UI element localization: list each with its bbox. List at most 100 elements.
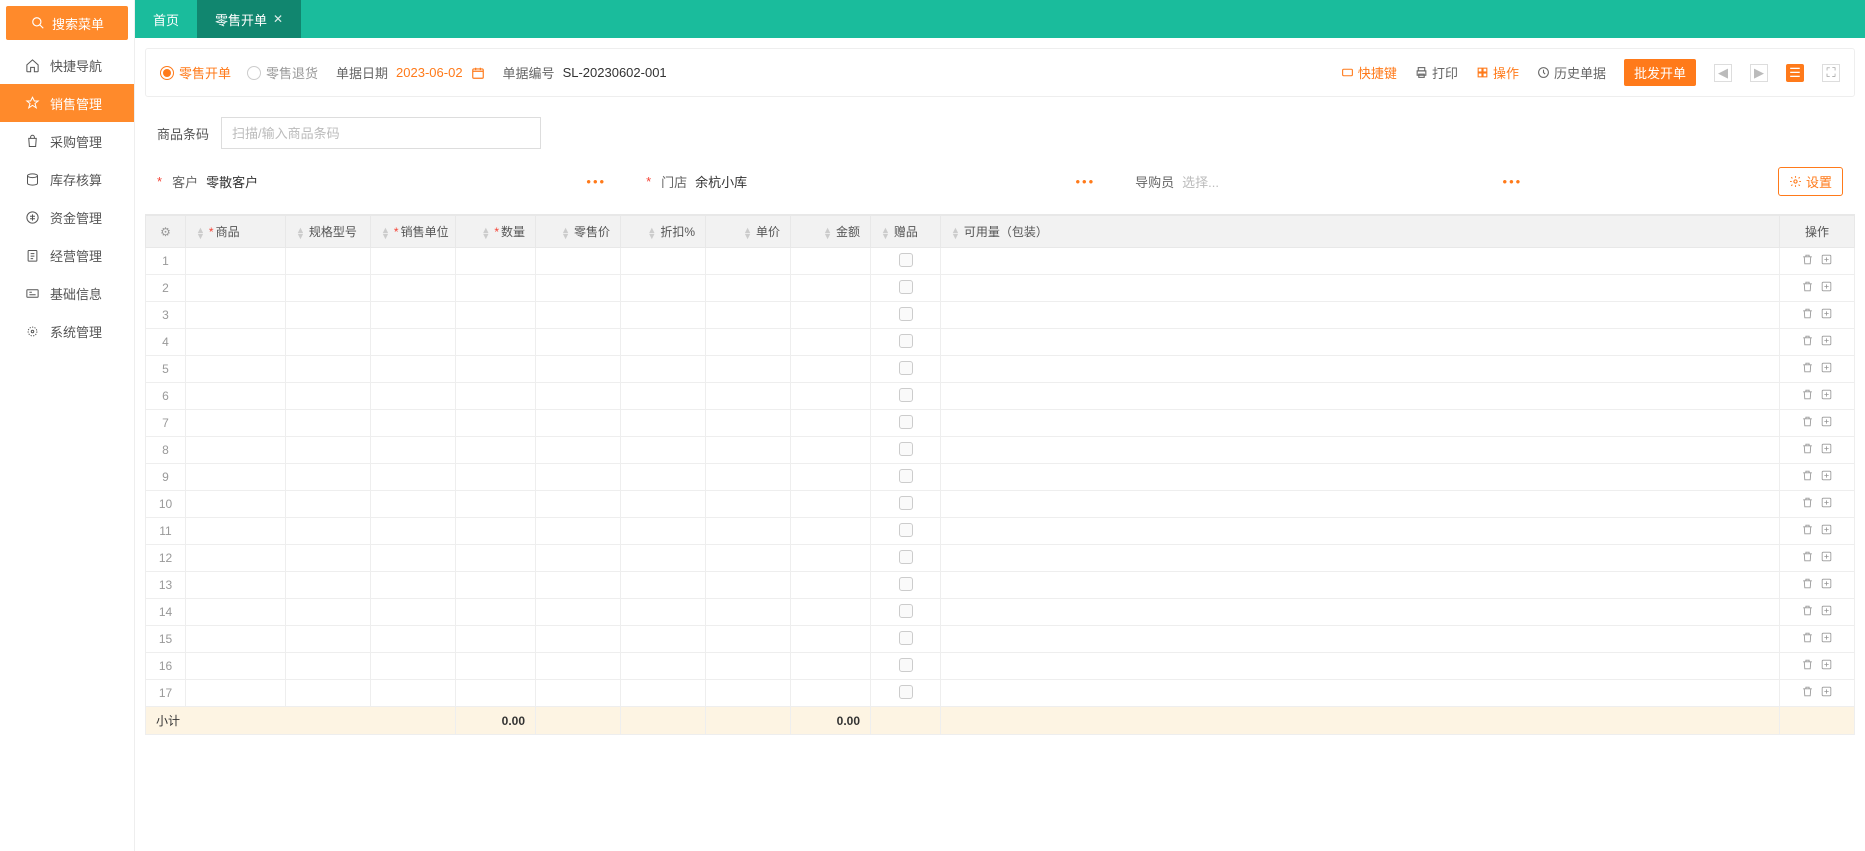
- delete-row-icon[interactable]: [1801, 496, 1814, 509]
- guide-select[interactable]: 选择...: [1182, 172, 1219, 191]
- cell-spec[interactable]: [286, 626, 371, 653]
- cell-unit[interactable]: [371, 518, 456, 545]
- cell-product[interactable]: [186, 599, 286, 626]
- checkbox-icon[interactable]: [899, 550, 913, 564]
- cell-amount[interactable]: [791, 464, 871, 491]
- calendar-icon[interactable]: [471, 66, 485, 80]
- checkbox-icon[interactable]: [899, 496, 913, 510]
- cell-available[interactable]: [941, 653, 1780, 680]
- sidebar-item-system[interactable]: 系统管理: [0, 312, 134, 350]
- cell-gift[interactable]: [871, 626, 941, 653]
- cell-available[interactable]: [941, 680, 1780, 707]
- delete-row-icon[interactable]: [1801, 631, 1814, 644]
- cell-spec[interactable]: [286, 410, 371, 437]
- delete-row-icon[interactable]: [1801, 604, 1814, 617]
- history-button[interactable]: 历史单据: [1537, 63, 1606, 82]
- cell-amount[interactable]: [791, 491, 871, 518]
- cell-amount[interactable]: [791, 437, 871, 464]
- add-row-icon[interactable]: [1820, 550, 1833, 563]
- delete-row-icon[interactable]: [1801, 307, 1814, 320]
- cell-gift[interactable]: [871, 518, 941, 545]
- cell-unit[interactable]: [371, 491, 456, 518]
- table-row[interactable]: 17: [146, 680, 1855, 707]
- sort-icon[interactable]: ▲▼: [481, 227, 490, 239]
- cell-available[interactable]: [941, 518, 1780, 545]
- cell-product[interactable]: [186, 653, 286, 680]
- cell-available[interactable]: [941, 410, 1780, 437]
- cell-unit[interactable]: [371, 572, 456, 599]
- cell-price[interactable]: [706, 680, 791, 707]
- cell-price[interactable]: [706, 410, 791, 437]
- cell-price[interactable]: [706, 653, 791, 680]
- cell-gift[interactable]: [871, 383, 941, 410]
- list-view-button[interactable]: ☰: [1786, 64, 1804, 82]
- cell-qty[interactable]: [456, 410, 536, 437]
- cell-product[interactable]: [186, 518, 286, 545]
- table-row[interactable]: 15: [146, 626, 1855, 653]
- cell-spec[interactable]: [286, 518, 371, 545]
- cell-qty[interactable]: [456, 356, 536, 383]
- cell-qty[interactable]: [456, 599, 536, 626]
- operate-button[interactable]: 操作: [1476, 63, 1519, 82]
- delete-row-icon[interactable]: [1801, 415, 1814, 428]
- cell-discount[interactable]: [621, 356, 706, 383]
- delete-row-icon[interactable]: [1801, 658, 1814, 671]
- cell-gift[interactable]: [871, 545, 941, 572]
- cell-discount[interactable]: [621, 329, 706, 356]
- sort-icon[interactable]: ▲▼: [823, 227, 832, 239]
- cell-gift[interactable]: [871, 410, 941, 437]
- cell-unit[interactable]: [371, 275, 456, 302]
- cell-available[interactable]: [941, 383, 1780, 410]
- cell-product[interactable]: [186, 437, 286, 464]
- cell-retail[interactable]: [536, 599, 621, 626]
- add-row-icon[interactable]: [1820, 280, 1833, 293]
- add-row-icon[interactable]: [1820, 307, 1833, 320]
- sidebar-item-sales[interactable]: 销售管理: [0, 84, 134, 122]
- next-arrow-button[interactable]: ▶: [1750, 64, 1768, 82]
- cell-unit[interactable]: [371, 302, 456, 329]
- cell-price[interactable]: [706, 545, 791, 572]
- sidebar-item-purchase[interactable]: 采购管理: [0, 122, 134, 160]
- table-row[interactable]: 2: [146, 275, 1855, 302]
- checkbox-icon[interactable]: [899, 253, 913, 267]
- cell-unit[interactable]: [371, 545, 456, 572]
- sort-icon[interactable]: ▲▼: [381, 227, 390, 239]
- cell-price[interactable]: [706, 572, 791, 599]
- add-row-icon[interactable]: [1820, 388, 1833, 401]
- cell-gift[interactable]: [871, 491, 941, 518]
- cell-price[interactable]: [706, 599, 791, 626]
- cell-amount[interactable]: [791, 383, 871, 410]
- cell-retail[interactable]: [536, 248, 621, 275]
- cell-gift[interactable]: [871, 302, 941, 329]
- sort-icon[interactable]: ▲▼: [196, 227, 205, 239]
- checkbox-icon[interactable]: [899, 523, 913, 537]
- cell-price[interactable]: [706, 464, 791, 491]
- delete-row-icon[interactable]: [1801, 280, 1814, 293]
- delete-row-icon[interactable]: [1801, 523, 1814, 536]
- cell-retail[interactable]: [536, 410, 621, 437]
- table-row[interactable]: 7: [146, 410, 1855, 437]
- cell-price[interactable]: [706, 275, 791, 302]
- cell-qty[interactable]: [456, 518, 536, 545]
- cell-discount[interactable]: [621, 653, 706, 680]
- cell-retail[interactable]: [536, 545, 621, 572]
- table-row[interactable]: 9: [146, 464, 1855, 491]
- checkbox-icon[interactable]: [899, 577, 913, 591]
- cell-spec[interactable]: [286, 302, 371, 329]
- cell-qty[interactable]: [456, 491, 536, 518]
- cell-product[interactable]: [186, 302, 286, 329]
- table-row[interactable]: 14: [146, 599, 1855, 626]
- cell-retail[interactable]: [536, 329, 621, 356]
- cell-unit[interactable]: [371, 437, 456, 464]
- cell-product[interactable]: [186, 626, 286, 653]
- add-row-icon[interactable]: [1820, 415, 1833, 428]
- radio-retail-create[interactable]: 零售开单: [160, 63, 231, 82]
- table-row[interactable]: 10: [146, 491, 1855, 518]
- cell-unit[interactable]: [371, 599, 456, 626]
- cell-price[interactable]: [706, 248, 791, 275]
- settings-button[interactable]: 设置: [1778, 167, 1843, 196]
- add-row-icon[interactable]: [1820, 469, 1833, 482]
- cell-spec[interactable]: [286, 653, 371, 680]
- cell-product[interactable]: [186, 248, 286, 275]
- delete-row-icon[interactable]: [1801, 253, 1814, 266]
